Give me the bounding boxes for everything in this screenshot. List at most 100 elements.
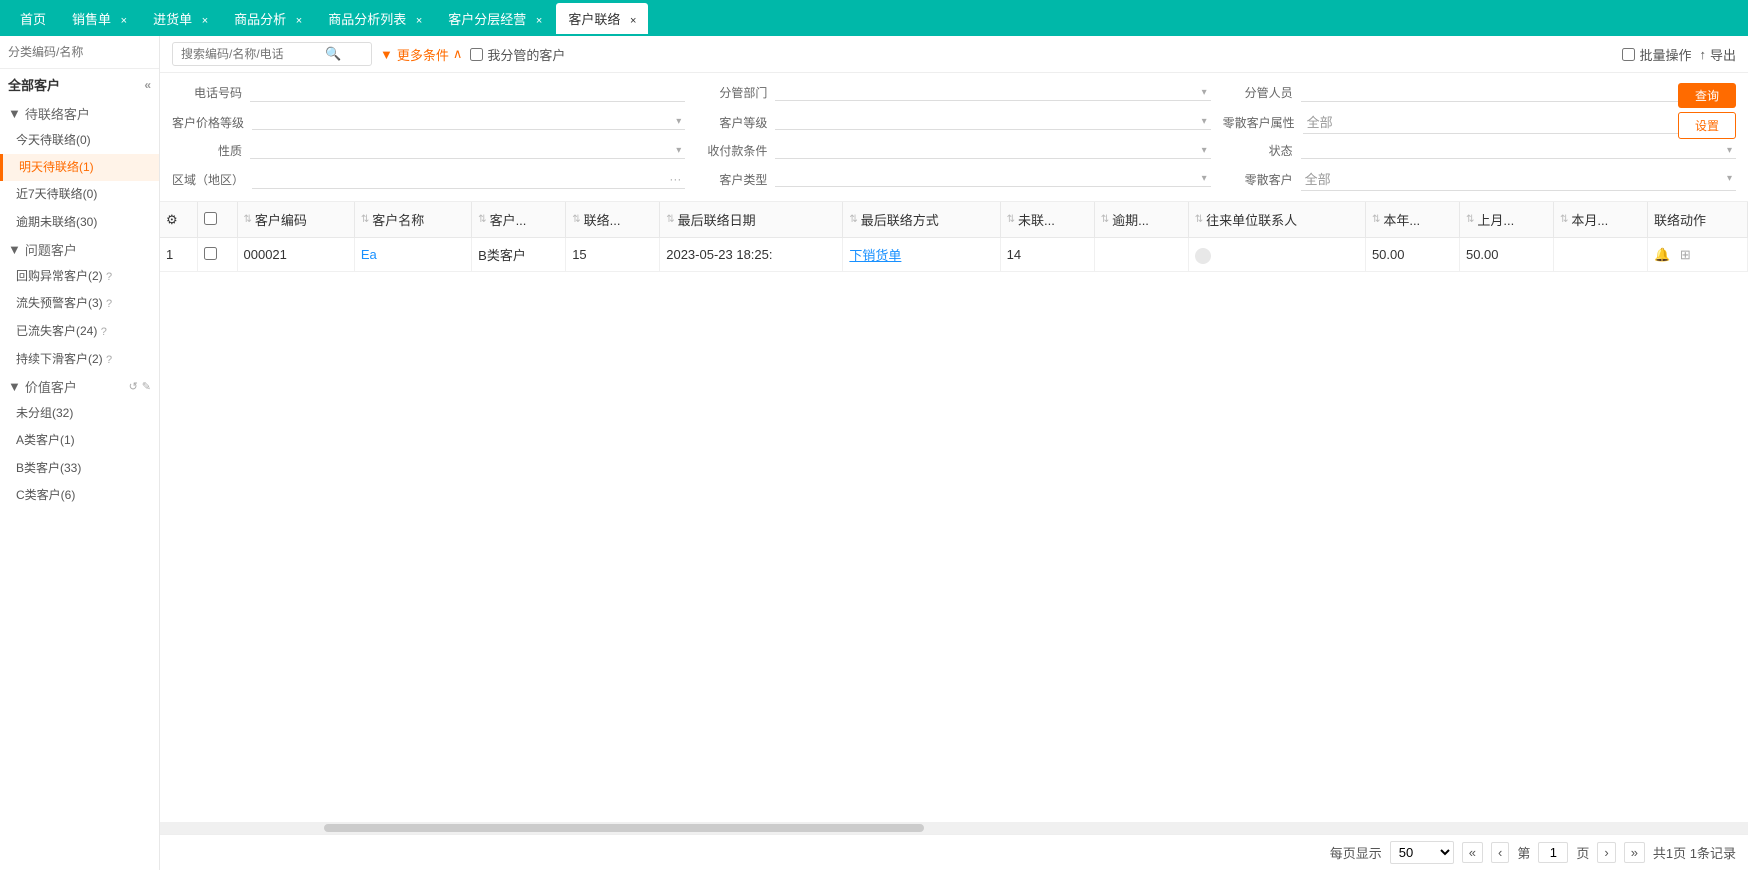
nature-label: 性质 bbox=[172, 142, 242, 159]
sort-icon-name[interactable]: ⇅ bbox=[361, 214, 369, 225]
sort-icon-code[interactable]: ⇅ bbox=[244, 214, 252, 225]
row-name[interactable]: Ea bbox=[354, 238, 471, 272]
row-checkbox-cell[interactable] bbox=[197, 238, 237, 272]
col-code: ⇅客户编码 bbox=[237, 202, 354, 238]
col-type-label: 客户... bbox=[490, 210, 527, 229]
sidebar-search-input[interactable] bbox=[8, 45, 160, 59]
nav-customer-tier[interactable]: 客户分层经营 × bbox=[436, 3, 554, 34]
sidebar-item-class-b[interactable]: B类客户(33) bbox=[0, 455, 159, 482]
nav-customer-contact[interactable]: 客户联络 × bbox=[556, 3, 648, 34]
col-lm-label: 上月... bbox=[1477, 210, 1514, 229]
close-sales-icon[interactable]: × bbox=[121, 15, 127, 27]
horizontal-scrollbar[interactable] bbox=[160, 822, 1748, 834]
next-page-btn[interactable]: › bbox=[1597, 842, 1615, 863]
phone-input[interactable] bbox=[250, 83, 685, 102]
sidebar-item-class-a[interactable]: A类客户(1) bbox=[0, 427, 159, 454]
close-product-analysis-list-icon[interactable]: × bbox=[416, 15, 422, 27]
sort-icon-ty[interactable]: ⇅ bbox=[1372, 214, 1380, 225]
action-grid-icon[interactable]: ⊞ bbox=[1680, 247, 1691, 262]
action-bell-icon[interactable]: 🔔 bbox=[1654, 247, 1670, 262]
customer-type-select[interactable]: ▾ bbox=[775, 171, 1210, 187]
first-page-btn[interactable]: « bbox=[1462, 842, 1483, 863]
col-checkbox[interactable] bbox=[197, 202, 237, 238]
search-input[interactable] bbox=[181, 47, 321, 61]
sort-icon-type[interactable]: ⇅ bbox=[478, 214, 486, 225]
group-value-customers[interactable]: ▼ 价值客户 ↺ ✎ bbox=[0, 373, 159, 400]
contact-method-link[interactable]: 下销货单 bbox=[849, 248, 901, 263]
col-this-month: ⇅本月... bbox=[1554, 202, 1648, 238]
sidebar-item-unclassified[interactable]: 未分组(32) bbox=[0, 400, 159, 427]
row-last-contact-method[interactable]: 下销货单 bbox=[843, 238, 1000, 272]
scrollbar-thumb[interactable] bbox=[324, 824, 924, 832]
price-level-arrow-icon: ▾ bbox=[676, 116, 681, 127]
manager-select[interactable]: ··· bbox=[1301, 83, 1736, 102]
group-pending-contact[interactable]: ▼ 待联络客户 bbox=[0, 100, 159, 127]
row-checkbox[interactable] bbox=[204, 247, 217, 260]
sort-icon-uc[interactable]: ⇅ bbox=[1195, 214, 1203, 225]
retail-customer-arrow-icon: ▾ bbox=[1727, 173, 1732, 184]
dept-select[interactable]: ▾ bbox=[775, 85, 1210, 101]
close-product-analysis-icon[interactable]: × bbox=[296, 15, 302, 27]
sort-icon-lcd[interactable]: ⇅ bbox=[666, 214, 674, 225]
content-area: 🔍 ▼ 更多条件 ∧ 我分管的客户 批量操作 ↑ 导出 bbox=[160, 36, 1748, 870]
col-ovd-label: 逾期... bbox=[1112, 210, 1149, 229]
query-button[interactable]: 查询 bbox=[1678, 83, 1736, 108]
page-number-input[interactable] bbox=[1538, 842, 1568, 863]
close-customer-contact-icon[interactable]: × bbox=[630, 15, 636, 27]
sort-icon-lm[interactable]: ⇅ bbox=[1466, 214, 1474, 225]
sidebar-collapse-icon[interactable]: « bbox=[144, 78, 151, 92]
sidebar-item-repurchase-abnormal[interactable]: 回购异常客户(2) ? bbox=[0, 263, 159, 291]
search-icon[interactable]: 🔍 bbox=[325, 46, 341, 62]
customer-level-select[interactable]: ▾ bbox=[775, 114, 1210, 130]
all-customers-title[interactable]: 全部客户 « bbox=[0, 69, 159, 100]
table-header-row: ⚙ ⇅客户编码 ⇅客户名称 ⇅客户... ⇅联络... ⇅最后联络日期 ⇅最后联… bbox=[160, 202, 1748, 238]
payment-select[interactable]: ▾ bbox=[775, 143, 1210, 159]
nav-product-analysis-list[interactable]: 商品分析列表 × bbox=[316, 3, 434, 34]
sort-icon-tm[interactable]: ⇅ bbox=[1560, 214, 1568, 225]
nav-product-analysis[interactable]: 商品分析 × bbox=[222, 3, 314, 34]
sidebar-item-churned[interactable]: 已流失客户(24) ? bbox=[0, 318, 159, 346]
sidebar-item-churn-warning[interactable]: 流失预警客户(3) ? bbox=[0, 290, 159, 318]
settings-button[interactable]: 设置 bbox=[1678, 112, 1736, 139]
export-btn[interactable]: ↑ 导出 bbox=[1699, 45, 1736, 64]
dept-label: 分管部门 bbox=[697, 84, 767, 101]
filter-row-phone: 电话号码 bbox=[172, 83, 685, 102]
price-level-select[interactable]: ▾ bbox=[252, 114, 685, 130]
close-customer-tier-icon[interactable]: × bbox=[536, 15, 542, 27]
my-customers-checkbox[interactable] bbox=[470, 48, 483, 61]
row-index: 1 bbox=[160, 238, 197, 272]
per-page-select[interactable]: 50 100 200 bbox=[1390, 841, 1454, 864]
group-problem-customers[interactable]: ▼ 问题客户 bbox=[0, 236, 159, 263]
nav-purchase[interactable]: 进货单 × bbox=[141, 3, 220, 34]
sidebar-item-declining[interactable]: 持续下滑客户(2) ? bbox=[0, 346, 159, 374]
filter-row-retail-attr: 零散客户属性 全部 ▾ bbox=[1223, 110, 1736, 134]
prev-page-btn[interactable]: ‹ bbox=[1491, 842, 1509, 863]
sidebar-item-tomorrow-contact[interactable]: 明天待联络(1) bbox=[0, 154, 159, 181]
sort-icon-contact[interactable]: ⇅ bbox=[572, 214, 580, 225]
select-all-checkbox[interactable] bbox=[204, 212, 217, 225]
col-settings[interactable]: ⚙ bbox=[160, 202, 197, 238]
nav-home[interactable]: 首页 bbox=[8, 3, 58, 34]
batch-ops-checkbox[interactable] bbox=[1622, 48, 1635, 61]
last-page-btn[interactable]: » bbox=[1624, 842, 1645, 863]
nav-sales[interactable]: 销售单 × bbox=[60, 3, 139, 34]
col-actions: 联络动作 bbox=[1648, 202, 1748, 238]
sidebar-item-today-contact[interactable]: 今天待联络(0) bbox=[0, 127, 159, 154]
sidebar-item-7days-contact[interactable]: 近7天待联络(0) bbox=[0, 181, 159, 208]
sort-icon-unc[interactable]: ⇅ bbox=[1007, 214, 1015, 225]
batch-ops-btn[interactable]: 批量操作 bbox=[1622, 45, 1691, 64]
status-select[interactable]: ▾ bbox=[1301, 143, 1736, 159]
col-unit-contact: ⇅往来单位联系人 bbox=[1188, 202, 1365, 238]
my-customers-filter[interactable]: 我分管的客户 bbox=[470, 45, 565, 64]
sort-icon-lcm[interactable]: ⇅ bbox=[849, 214, 857, 225]
sidebar-item-class-c[interactable]: C类客户(6) bbox=[0, 482, 159, 509]
retail-attr-select[interactable]: 全部 ▾ bbox=[1303, 110, 1736, 134]
retail-customer-select[interactable]: 全部 ▾ bbox=[1301, 167, 1736, 191]
sort-icon-ovd[interactable]: ⇅ bbox=[1101, 214, 1109, 225]
more-conditions-btn[interactable]: ▼ 更多条件 ∧ bbox=[380, 45, 462, 64]
close-purchase-icon[interactable]: × bbox=[202, 15, 208, 27]
region-select[interactable]: ··· bbox=[252, 170, 685, 189]
nature-select[interactable]: ▾ bbox=[250, 143, 685, 159]
filter-row-region: 区域（地区） ··· bbox=[172, 167, 685, 191]
sidebar-item-overdue-contact[interactable]: 逾期未联络(30) bbox=[0, 209, 159, 236]
